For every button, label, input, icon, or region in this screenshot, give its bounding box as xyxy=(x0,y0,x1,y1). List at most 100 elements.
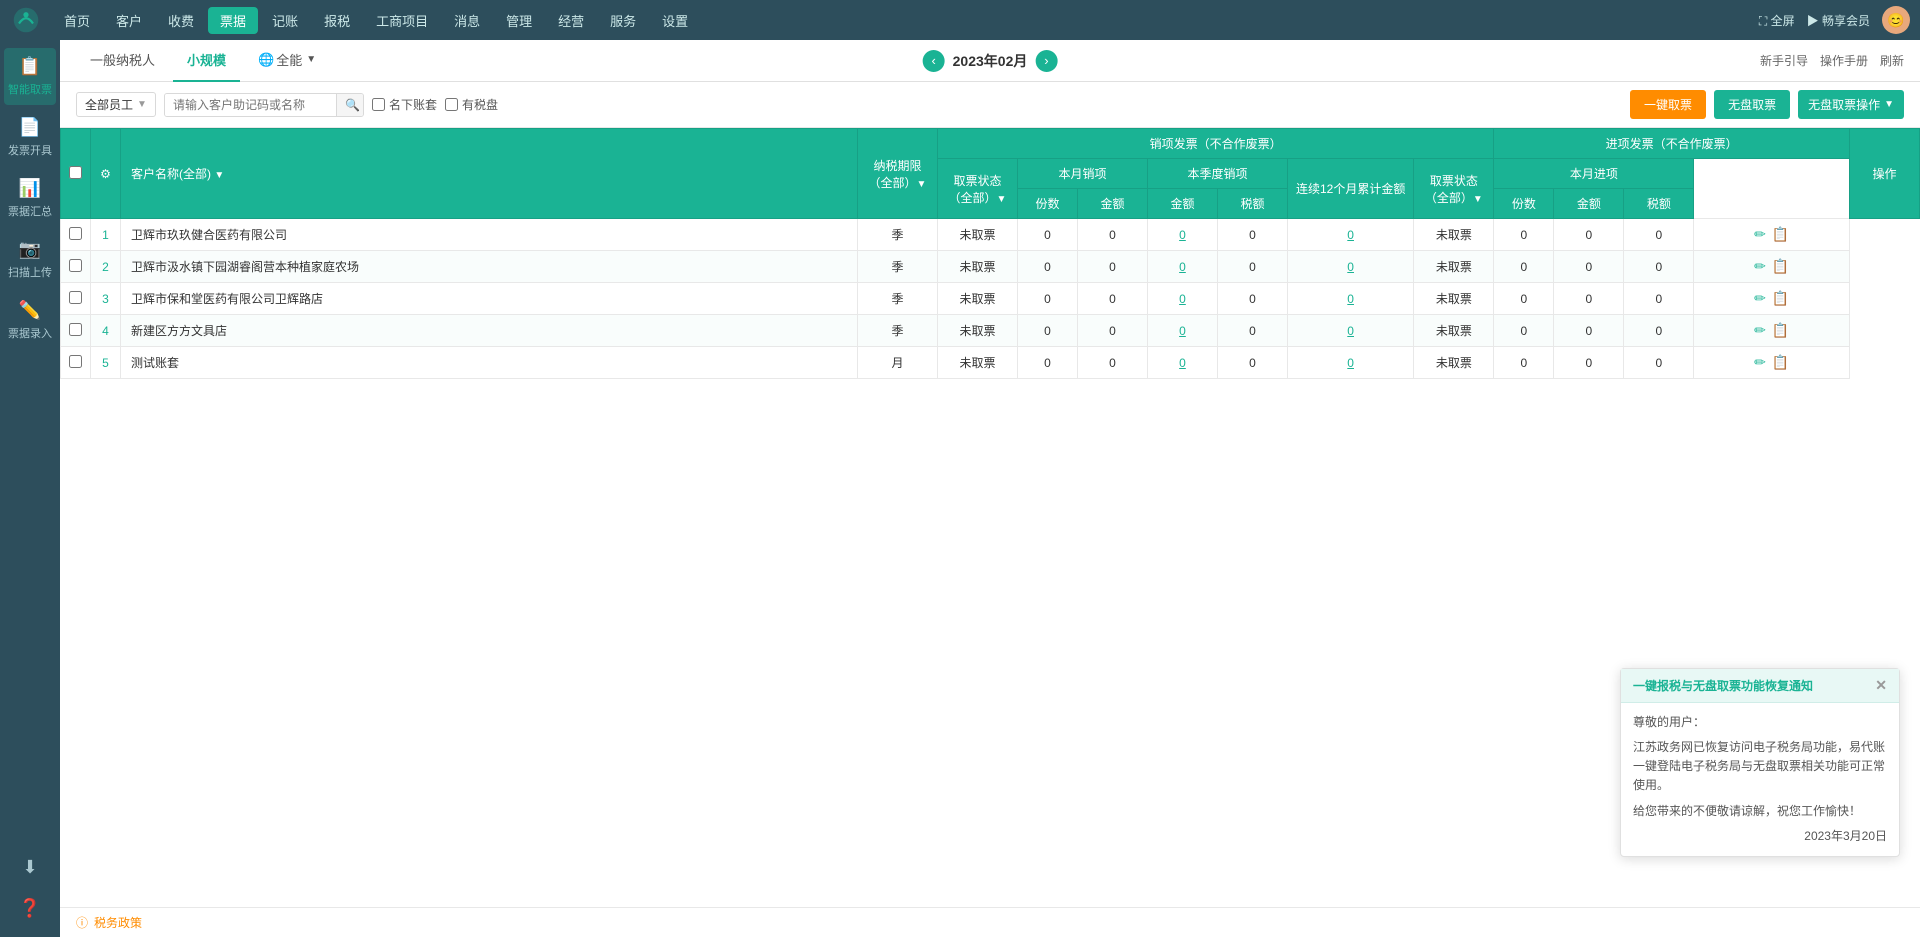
sidebar-item-scan-upload[interactable]: 📷 扫描上传 xyxy=(4,231,56,288)
nav-business[interactable]: 工商项目 xyxy=(364,7,440,34)
row-input-amount-0: 0 xyxy=(1554,219,1624,251)
download-icon: ⬇ xyxy=(22,857,37,878)
row-checkbox-3[interactable] xyxy=(69,323,82,336)
tab-all-icon: 🌐 xyxy=(258,52,274,68)
employee-select[interactable]: 全部员工 ▼ xyxy=(76,92,156,117)
nav-home[interactable]: 首页 xyxy=(52,7,102,34)
invoice-entry-icon: ✏️ xyxy=(19,300,41,321)
refresh-button[interactable]: 刷新 xyxy=(1880,52,1904,69)
row-name-3: 新建区方方文具店 xyxy=(121,315,858,347)
th-input-amount: 金额 xyxy=(1554,189,1624,219)
vip-button[interactable]: ▶ 畅享会员 xyxy=(1807,12,1870,29)
row-cancel-amount-q-2: 0 xyxy=(1147,283,1217,315)
diskless-operation-dropdown[interactable]: 无盘取票操作 ▼ xyxy=(1798,90,1904,119)
sidebar-item-invoice-summary[interactable]: 📊 票据汇总 xyxy=(4,170,56,227)
notification-close-button[interactable]: ✕ xyxy=(1875,677,1887,694)
row-view-icon-0[interactable]: 📋 xyxy=(1772,226,1789,243)
table-body: 1 卫辉市玖玖健合医药有限公司 季 未取票 0 0 0 0 0 未取票 0 0 … xyxy=(61,219,1920,379)
row-input-shares-3: 0 xyxy=(1494,315,1554,347)
table-row: 3 卫辉市保和堂医药有限公司卫辉路店 季 未取票 0 0 0 0 0 未取票 0… xyxy=(61,283,1920,315)
search-button[interactable]: 🔍 xyxy=(336,94,364,116)
row-cum-amount-4: 0 xyxy=(1287,347,1413,379)
tax-policy-link[interactable]: 税务政策 xyxy=(94,914,142,931)
one-click-fetch-button[interactable]: 一键取票 xyxy=(1630,90,1706,119)
th-cancel-status: 取票状态（全部）▼ xyxy=(937,159,1017,219)
row-cancel-status-1: 未取票 xyxy=(937,251,1017,283)
row-input-shares-0: 0 xyxy=(1494,219,1554,251)
row-input-status-1: 未取票 xyxy=(1414,251,1494,283)
row-edit-icon-1[interactable]: ✏ xyxy=(1754,258,1766,275)
search-input[interactable] xyxy=(165,94,336,116)
row-checkbox-1[interactable] xyxy=(69,259,82,272)
row-checkbox-cell xyxy=(61,347,91,379)
row-view-icon-1[interactable]: 📋 xyxy=(1772,258,1789,275)
row-cancel-status-2: 未取票 xyxy=(937,283,1017,315)
sidebar-item-help[interactable]: ❓ xyxy=(4,890,56,927)
row-edit-icon-0[interactable]: ✏ xyxy=(1754,226,1766,243)
sidebar-item-download[interactable]: ⬇ xyxy=(4,849,56,886)
row-input-status-3: 未取票 xyxy=(1414,315,1494,347)
nav-customer[interactable]: 客户 xyxy=(104,7,154,34)
nav-operation[interactable]: 经营 xyxy=(546,7,596,34)
tab-all-dropdown-icon: ▼ xyxy=(306,54,316,65)
th-cancel-tax-q: 税额 xyxy=(1217,189,1287,219)
row-actions-0: ✏ 📋 xyxy=(1694,219,1850,251)
row-view-icon-4[interactable]: 📋 xyxy=(1772,354,1789,371)
row-cancel-amount-3: 0 xyxy=(1077,315,1147,347)
row-num-4: 5 xyxy=(91,347,121,379)
nav-manage[interactable]: 管理 xyxy=(494,7,544,34)
row-checkbox-2[interactable] xyxy=(69,291,82,304)
taxdisk-checkbox[interactable] xyxy=(445,98,458,111)
fullscreen-button[interactable]: ⛶ 全屏 xyxy=(1759,12,1795,29)
row-cancel-shares-2: 0 xyxy=(1017,283,1077,315)
th-cancel-invoice-group: 销项发票（不合作废票） xyxy=(937,129,1493,159)
sidebar-item-issue-invoice[interactable]: 📄 发票开具 xyxy=(4,109,56,166)
user-avatar[interactable]: 😊 xyxy=(1882,6,1910,34)
nav-service[interactable]: 服务 xyxy=(598,7,648,34)
diskless-fetch-button[interactable]: 无盘取票 xyxy=(1714,90,1790,119)
logo[interactable] xyxy=(10,4,42,36)
row-edit-icon-3[interactable]: ✏ xyxy=(1754,322,1766,339)
row-cancel-status-3: 未取票 xyxy=(937,315,1017,347)
row-input-status-2: 未取票 xyxy=(1414,283,1494,315)
period-next-button[interactable]: › xyxy=(1035,50,1057,72)
row-input-status-4: 未取票 xyxy=(1414,347,1494,379)
taxdisk-checkbox-label[interactable]: 有税盘 xyxy=(445,96,498,113)
row-actions-2: ✏ 📋 xyxy=(1694,283,1850,315)
table-row: 5 测试账套 月 未取票 0 0 0 0 0 未取票 0 0 0 ✏ 📋 xyxy=(61,347,1920,379)
nav-account[interactable]: 记账 xyxy=(260,7,310,34)
th-tax-period: 纳税期限（全部）▼ xyxy=(857,129,937,219)
row-checkbox-4[interactable] xyxy=(69,355,82,368)
new-guide-button[interactable]: 新手引导 xyxy=(1760,52,1808,69)
underaccount-checkbox[interactable] xyxy=(372,98,385,111)
sidebar-item-invoice-entry[interactable]: ✏️ 票据录入 xyxy=(4,292,56,349)
toolbar-left: 全部员工 ▼ 🔍 名下账套 有税盘 xyxy=(76,92,1620,117)
row-actions-4: ✏ 📋 xyxy=(1694,347,1850,379)
row-input-tax-0: 0 xyxy=(1624,219,1694,251)
nav-message[interactable]: 消息 xyxy=(442,7,492,34)
nav-settings[interactable]: 设置 xyxy=(650,7,700,34)
manual-button[interactable]: 操作手册 xyxy=(1820,52,1868,69)
row-input-amount-4: 0 xyxy=(1554,347,1624,379)
row-edit-icon-4[interactable]: ✏ xyxy=(1754,354,1766,371)
period-prev-button[interactable]: ‹ xyxy=(923,50,945,72)
row-view-icon-2[interactable]: 📋 xyxy=(1772,290,1789,307)
row-cancel-status-4: 未取票 xyxy=(937,347,1017,379)
row-checkbox-0[interactable] xyxy=(69,227,82,240)
sidebar-item-smart-ticket[interactable]: 📋 智能取票 xyxy=(4,48,56,105)
th-cum-amount: 连续12个月累计金额 xyxy=(1287,159,1413,219)
search-box: 🔍 xyxy=(164,93,364,117)
notification-date: 2023年3月20日 xyxy=(1633,827,1887,846)
tab-all[interactable]: 🌐 全能 ▼ xyxy=(244,40,330,82)
row-edit-icon-2[interactable]: ✏ xyxy=(1754,290,1766,307)
select-all-checkbox[interactable] xyxy=(69,166,82,179)
tab-general-taxpayer[interactable]: 一般纳税人 xyxy=(76,40,169,82)
row-checkbox-cell xyxy=(61,315,91,347)
tab-small-scale[interactable]: 小规模 xyxy=(173,40,240,82)
underaccount-checkbox-label[interactable]: 名下账套 xyxy=(372,96,437,113)
nav-tax[interactable]: 报税 xyxy=(312,7,362,34)
nav-ticket[interactable]: 票据 xyxy=(208,7,258,34)
nav-fee[interactable]: 收费 xyxy=(156,7,206,34)
bottom-bar: ⓘ 税务政策 xyxy=(60,907,1920,937)
row-view-icon-3[interactable]: 📋 xyxy=(1772,322,1789,339)
